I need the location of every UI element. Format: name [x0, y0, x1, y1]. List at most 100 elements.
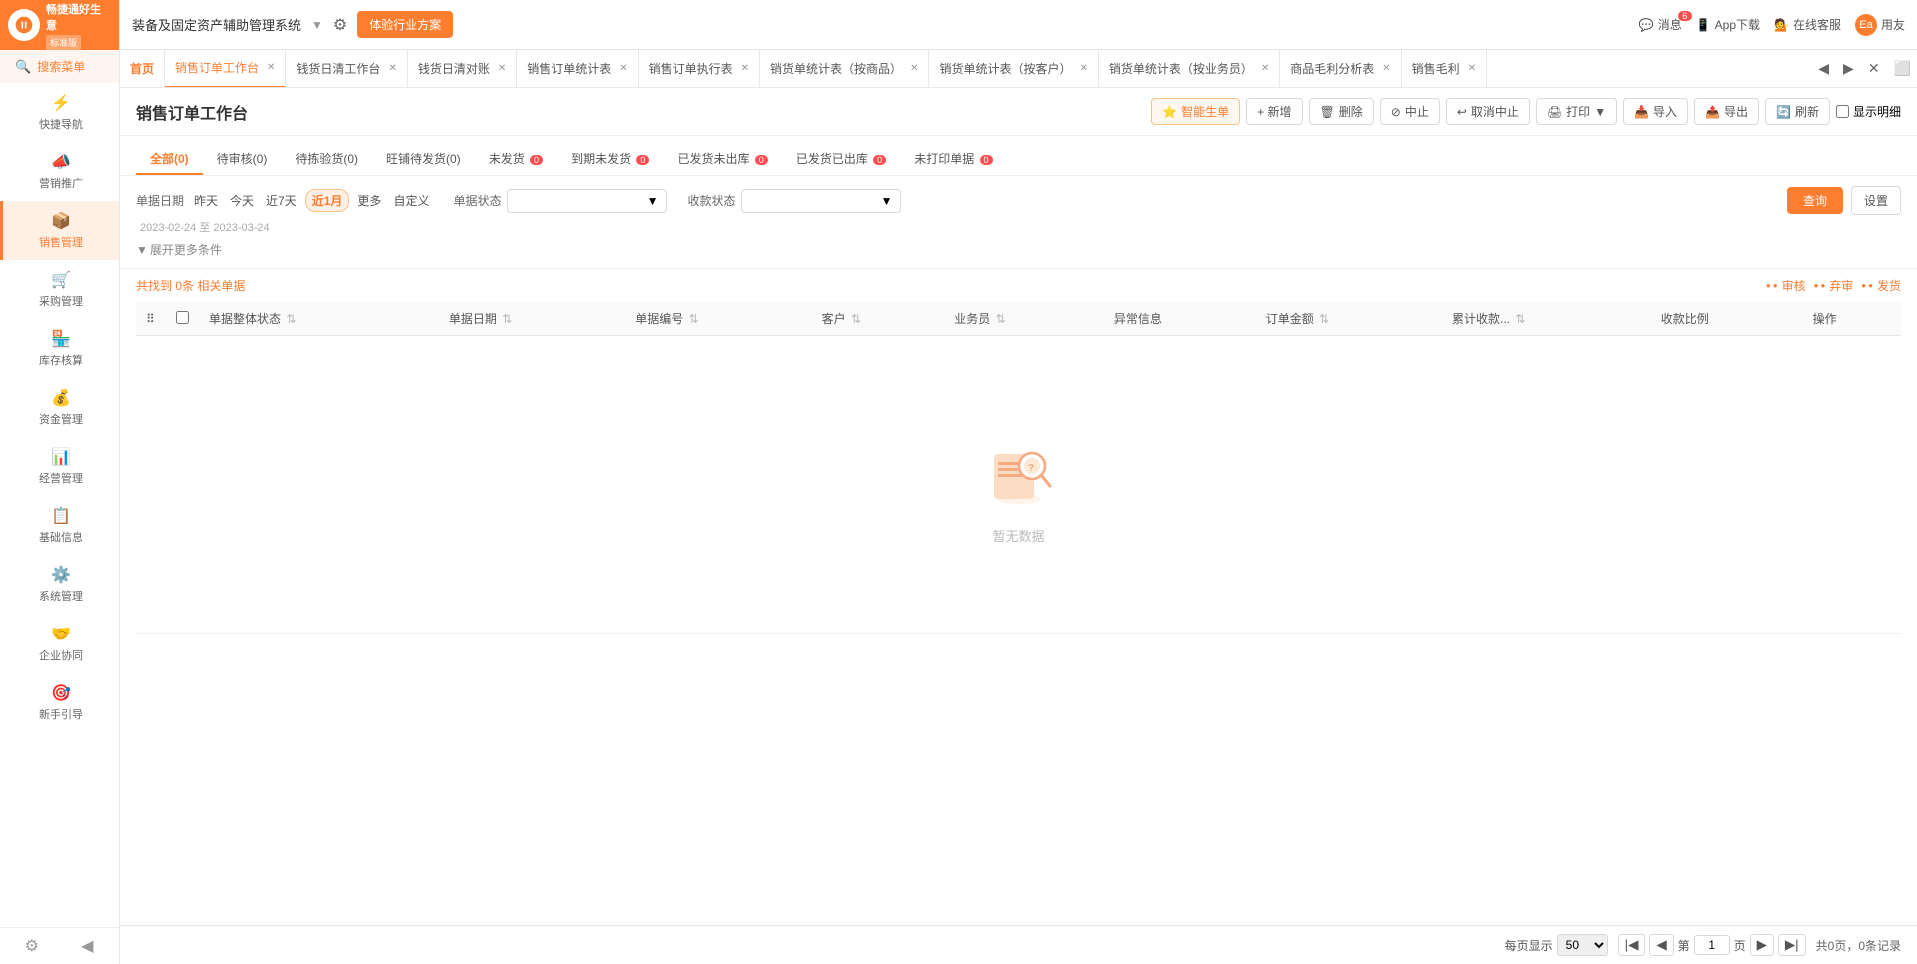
- sidebar-item-label: 经营管理: [39, 470, 83, 486]
- filter-tab-shipped-out[interactable]: 已发货已出库 0: [782, 144, 900, 175]
- sidebar-item-search[interactable]: 🔍 搜索菜单: [0, 50, 119, 83]
- date-opt-today[interactable]: 今天: [226, 190, 258, 211]
- tab-home-label: 首页: [130, 60, 154, 77]
- tab-cash-daily[interactable]: 钱货日清工作台 ✕: [286, 50, 407, 88]
- import-btn[interactable]: 📥 导入: [1623, 98, 1688, 125]
- suspend-btn[interactable]: ⊘ 中止: [1380, 98, 1440, 125]
- filter-tab-pending-inspect[interactable]: 待拣验货(0): [281, 144, 372, 175]
- tab-close-all-btn[interactable]: ✕: [1862, 56, 1886, 81]
- tab-sales-stat[interactable]: 销售订单统计表 ✕: [517, 50, 638, 88]
- filter-tab-pending-review[interactable]: 待审核(0): [203, 144, 282, 175]
- sidebar-item-system[interactable]: ⚙️ 系统管理: [0, 555, 119, 614]
- filter-tab-all[interactable]: 全部(0): [136, 144, 203, 175]
- refresh-btn[interactable]: 🔄 刷新: [1765, 98, 1830, 125]
- sidebar-settings-btn[interactable]: ⚙: [8, 936, 56, 956]
- industry-btn[interactable]: 体验行业方案: [357, 11, 453, 38]
- col-date-header[interactable]: 单据日期 ⇅: [439, 302, 625, 336]
- ai-generate-btn[interactable]: ⭐ 智能生单: [1151, 98, 1240, 125]
- sidebar-item-purchase[interactable]: 🛒 采购管理: [0, 260, 119, 319]
- tab-sales-profit-close[interactable]: ✕: [1468, 63, 1476, 74]
- sidebar-item-enterprise[interactable]: 🤝 企业协同: [0, 614, 119, 673]
- tab-sales-by-staff-close[interactable]: ✕: [1261, 63, 1269, 74]
- last-page-btn[interactable]: ▶|: [1778, 934, 1806, 956]
- tab-sales-profit[interactable]: 销售毛利 ✕: [1402, 50, 1487, 88]
- sidebar-item-finance[interactable]: 💰 资金管理: [0, 378, 119, 437]
- tab-sales-exec-close[interactable]: ✕: [741, 63, 749, 74]
- sidebar-item-marketing[interactable]: 📣 营销推广: [0, 142, 119, 201]
- payment-filter-select[interactable]: ▼: [741, 189, 901, 213]
- tab-sales-by-customer[interactable]: 销货单统计表（按客户） ✕: [929, 50, 1098, 88]
- show-detail-checkbox[interactable]: [1836, 105, 1849, 118]
- sidebar-item-basic[interactable]: 📋 基础信息: [0, 496, 119, 555]
- col-amount-header[interactable]: 订单金额 ⇅: [1256, 302, 1442, 336]
- sidebar-item-guide[interactable]: 🎯 新手引导: [0, 673, 119, 732]
- tab-home[interactable]: 首页: [120, 50, 165, 88]
- delete-btn[interactable]: 🗑 删除: [1309, 98, 1374, 125]
- customer-sort-icon: ⇅: [851, 312, 861, 326]
- show-detail-label[interactable]: 显示明细: [1836, 103, 1901, 120]
- col-date-label: 单据日期: [449, 312, 497, 326]
- date-opt-more[interactable]: 更多: [353, 190, 385, 211]
- print-btn[interactable]: 🖨 打印 ▼: [1536, 98, 1617, 125]
- abandon-review-action[interactable]: ● 弃审: [1814, 277, 1854, 294]
- date-opt-yesterday[interactable]: 昨天: [190, 190, 222, 211]
- next-page-btn[interactable]: ▶: [1750, 934, 1774, 956]
- settings-gear-btn[interactable]: ⚙: [333, 15, 347, 35]
- status-filter-select[interactable]: ▼: [507, 189, 667, 213]
- expand-filter-btn[interactable]: ▼ 展开更多条件: [136, 241, 222, 258]
- col-collected-header[interactable]: 累计收款... ⇅: [1442, 302, 1651, 336]
- date-opt-7days[interactable]: 近7天: [262, 190, 301, 211]
- tab-sales-by-customer-label: 销货单统计表（按客户）: [939, 60, 1071, 77]
- date-opt-1month[interactable]: 近1月: [305, 189, 350, 212]
- cancel-suspend-btn[interactable]: ↩ 取消中止: [1446, 98, 1530, 125]
- tab-sales-stat-close[interactable]: ✕: [619, 63, 627, 74]
- sidebar-item-operation[interactable]: 📊 经营管理: [0, 437, 119, 496]
- filter-tab-shipped-not-out[interactable]: 已发货未出库 0: [663, 144, 781, 175]
- page-actions: ⭐ 智能生单 + 新增 🗑 删除 ⊘ 中止 ↩ 取消中止 🖨: [1151, 98, 1901, 125]
- tab-maximize-btn[interactable]: ⬜: [1888, 56, 1917, 81]
- tab-gross-profit-close[interactable]: ✕: [1382, 63, 1390, 74]
- first-page-btn[interactable]: |◀: [1618, 934, 1646, 956]
- tab-sales-by-staff[interactable]: 销货单统计表（按业务员） ✕: [1099, 50, 1280, 88]
- page-size-dropdown[interactable]: 20 50 100: [1557, 934, 1608, 956]
- app-download-action[interactable]: 📱 App下载: [1696, 16, 1760, 33]
- sidebar-collapse-btn[interactable]: ◀: [64, 936, 112, 956]
- col-status-header[interactable]: 单据整体状态 ⇅: [199, 302, 439, 336]
- filter-tab-not-shipped[interactable]: 未发货 0: [475, 144, 557, 175]
- page-input[interactable]: [1694, 935, 1730, 955]
- review-action[interactable]: ● 审核: [1766, 277, 1806, 294]
- select-all-checkbox[interactable]: [176, 311, 189, 324]
- tab-next-btn[interactable]: ▶: [1837, 56, 1860, 81]
- ship-action[interactable]: ● 发货: [1861, 277, 1901, 294]
- tab-sales-exec[interactable]: 销售订单执行表 ✕: [639, 50, 760, 88]
- export-btn[interactable]: 📤 导出: [1694, 98, 1759, 125]
- filter-tab-wangpu[interactable]: 旺铺待发货(0): [372, 144, 475, 175]
- sidebar-item-inventory[interactable]: 🏪 库存核算: [0, 319, 119, 378]
- tab-sales-by-customer-close[interactable]: ✕: [1079, 63, 1087, 74]
- system-title-arrow: ▼: [311, 18, 323, 32]
- tab-cash-reconcile-close[interactable]: ✕: [498, 63, 506, 74]
- tab-cash-reconcile[interactable]: 钱货日清对账 ✕: [408, 50, 517, 88]
- date-opt-custom[interactable]: 自定义: [389, 190, 433, 211]
- tab-sales-order[interactable]: 销售订单工作台 ✕: [165, 50, 286, 88]
- query-btn[interactable]: 查询: [1787, 187, 1843, 214]
- sidebar-item-sales[interactable]: 📦 销售管理: [0, 201, 119, 260]
- tab-prev-btn[interactable]: ◀: [1812, 56, 1835, 81]
- tab-sales-by-product[interactable]: 销货单统计表（按商品） ✕: [760, 50, 929, 88]
- user-action[interactable]: Ea 用友: [1855, 14, 1905, 36]
- col-staff-header[interactable]: 业务员 ⇅: [944, 302, 1104, 336]
- tab-cash-daily-close[interactable]: ✕: [388, 63, 396, 74]
- col-number-header[interactable]: 单据编号 ⇅: [625, 302, 811, 336]
- add-btn[interactable]: + 新增: [1246, 98, 1302, 125]
- sidebar-item-quick-nav[interactable]: ⚡ 快捷导航: [0, 83, 119, 142]
- tab-sales-order-close[interactable]: ✕: [267, 62, 275, 73]
- online-service-action[interactable]: 💁 在线客服: [1774, 16, 1841, 33]
- filter-tab-expired[interactable]: 到期未发货 0: [557, 144, 663, 175]
- filter-tab-not-printed[interactable]: 未打印单据 0: [900, 144, 1006, 175]
- prev-page-btn[interactable]: ◀: [1649, 934, 1673, 956]
- message-action[interactable]: 💬 消息 6: [1639, 16, 1682, 33]
- tab-gross-profit[interactable]: 商品毛利分析表 ✕: [1280, 50, 1401, 88]
- filter-settings-btn[interactable]: 设置: [1851, 186, 1901, 215]
- tab-sales-by-product-close[interactable]: ✕: [910, 63, 918, 74]
- col-customer-header[interactable]: 客户 ⇅: [812, 302, 945, 336]
